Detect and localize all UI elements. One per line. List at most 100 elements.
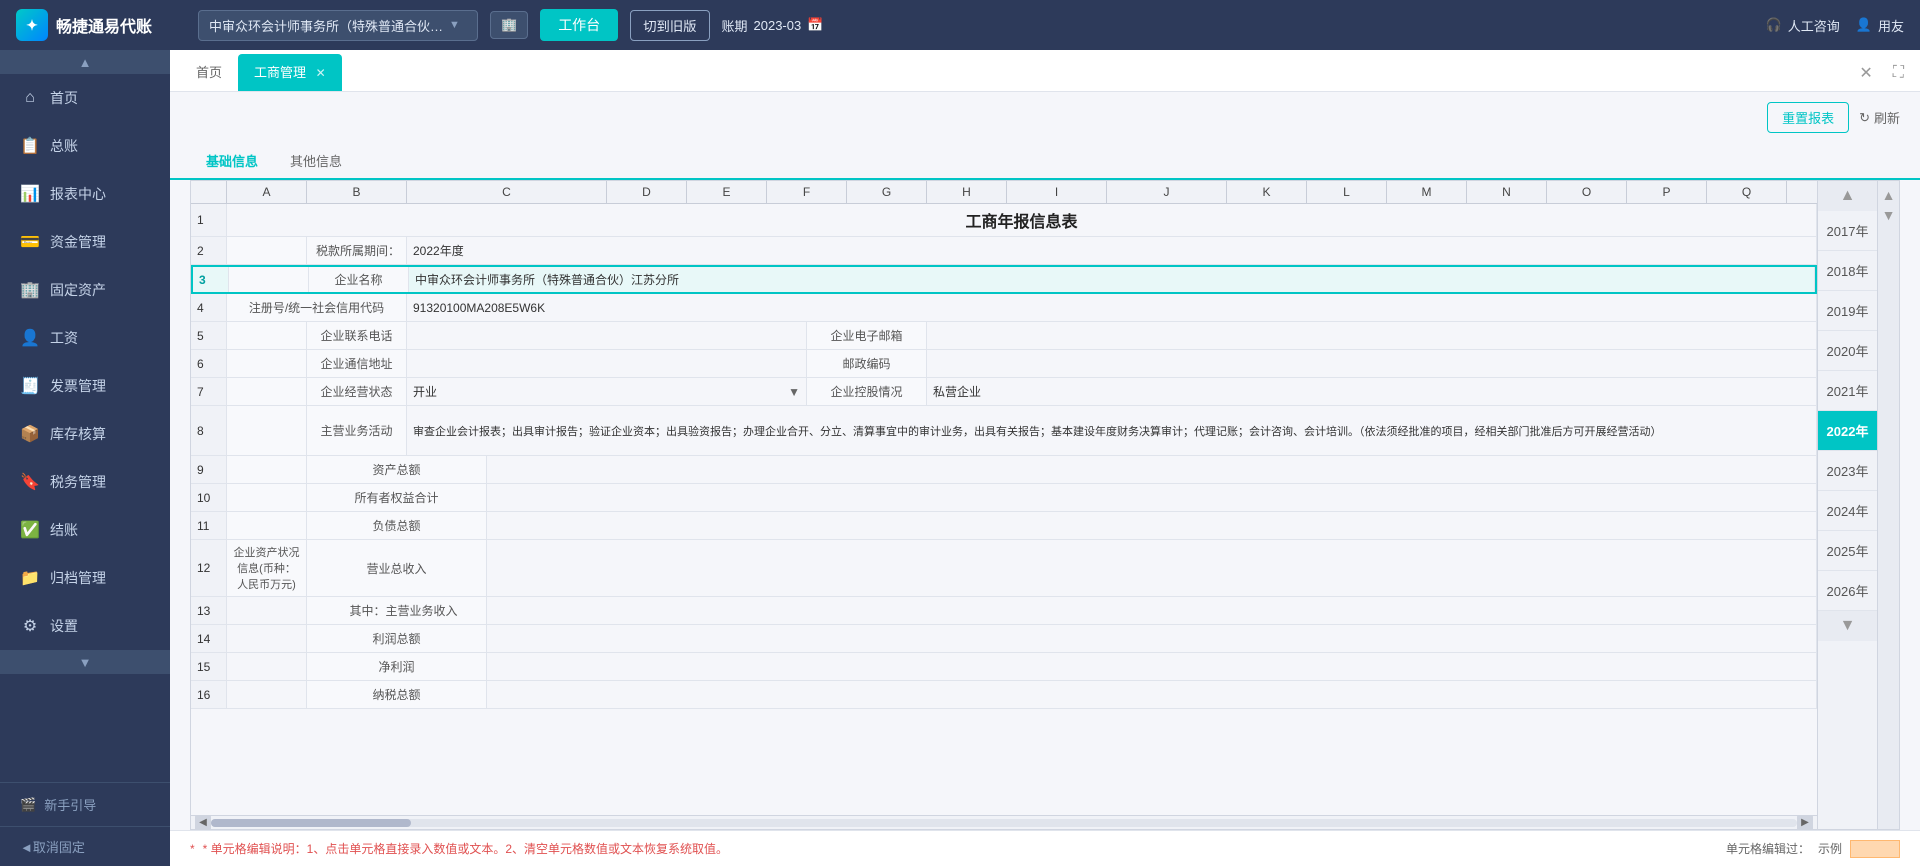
settings-icon: ⚙	[20, 616, 40, 636]
scroll-left-button[interactable]: ◀	[195, 815, 211, 830]
sidebar-item-inventory[interactable]: 📦 库存核算	[0, 410, 170, 458]
tab-close-icon[interactable]: ✕	[316, 66, 326, 80]
holding-value[interactable]: 私营企业	[927, 378, 1817, 405]
calendar-icon[interactable]: 📅	[807, 17, 823, 33]
table-row: 14 利润总额	[191, 625, 1817, 653]
period-label-cell2: 税款所属期间：	[307, 237, 407, 264]
archive-icon: 📁	[20, 568, 40, 588]
biz-status-value[interactable]: 开业 ▼	[407, 378, 807, 405]
refresh-button[interactable]: ↻ 刷新	[1859, 108, 1900, 127]
year-2024[interactable]: 2024年	[1818, 491, 1877, 531]
year-scroll-down[interactable]: ▼	[1818, 611, 1877, 641]
user-avatar[interactable]: 👤 用友	[1856, 16, 1904, 35]
user-label: 用友	[1878, 16, 1904, 35]
sidebar-item-invoice[interactable]: 🧾 发票管理	[0, 362, 170, 410]
table-row: 2 税款所属期间： 2022年度	[191, 237, 1817, 265]
profit-value[interactable]	[487, 625, 1817, 652]
table-body: 1 工商年报信息表 2 税款所属期间： 2022年度	[191, 204, 1817, 815]
year-2017[interactable]: 2017年	[1818, 211, 1877, 251]
col-P: P	[1627, 181, 1707, 203]
column-header-row: A B C D E F G H I J K L M N O	[191, 181, 1817, 204]
sidebar-item-closing[interactable]: ✅ 结账	[0, 506, 170, 554]
logo-area: ✦ 畅捷通易代账	[16, 9, 186, 41]
year-2023[interactable]: 2023年	[1818, 451, 1877, 491]
sidebar-item-assets[interactable]: 🏢 固定资产	[0, 266, 170, 314]
page-toolbar: 重置报表 ↻ 刷新	[170, 92, 1920, 143]
total-rev-label: 营业总收入	[307, 540, 487, 596]
company-selector[interactable]: 中审众环会计师事务所（特殊普通合伙… ▼	[198, 10, 478, 41]
table-row: 15 净利润	[191, 653, 1817, 681]
biz-status-spacer	[227, 378, 307, 405]
company-icon-button[interactable]: 🏢	[490, 11, 528, 39]
sidebar-item-settings[interactable]: ⚙ 设置	[0, 602, 170, 650]
sidebar-label-settings: 设置	[50, 616, 78, 636]
human-service[interactable]: 🎧 人工咨询	[1766, 16, 1840, 35]
table-row: 16 纳税总额	[191, 681, 1817, 709]
h-scroll-thumb[interactable]	[211, 819, 411, 827]
reg-value-cell[interactable]: 91320100MA208E5W6K	[407, 294, 1817, 321]
new-guide-item[interactable]: 🎬 新手引导	[0, 783, 170, 826]
liab-value[interactable]	[487, 512, 1817, 539]
year-2020[interactable]: 2020年	[1818, 331, 1877, 371]
sidebar-item-home[interactable]: ⌂ 首页	[0, 74, 170, 122]
sidebar-scroll-up[interactable]: ▲	[0, 50, 170, 74]
horizontal-scrollbar[interactable]: ◀ ▶	[191, 815, 1817, 829]
company-name-cell[interactable]: 中审众环会计师事务所（特殊普通合伙）江苏分所	[409, 267, 1815, 292]
tab-home[interactable]: 首页	[180, 54, 238, 91]
sidebar-label-home: 首页	[50, 88, 78, 108]
addr-spacer	[227, 350, 307, 377]
workbench-button[interactable]: 工作台	[540, 9, 618, 41]
reset-report-button[interactable]: 重置报表	[1767, 102, 1849, 133]
tab-industry[interactable]: 工商管理 ✕	[238, 54, 342, 91]
main-rev-value[interactable]	[487, 597, 1817, 624]
period-value-cell[interactable]: 2022年度	[407, 237, 1817, 264]
year-2018[interactable]: 2018年	[1818, 251, 1877, 291]
right-collapse-panel[interactable]: ▲ ▼	[1877, 181, 1899, 829]
sidebar-item-reports[interactable]: 📊 报表中心	[0, 170, 170, 218]
year-2026[interactable]: 2026年	[1818, 571, 1877, 611]
sidebar-item-finance[interactable]: 💳 资金管理	[0, 218, 170, 266]
company-label-cell-a	[229, 267, 309, 292]
sidebar-item-tax[interactable]: 🔖 税务管理	[0, 458, 170, 506]
year-2021[interactable]: 2021年	[1818, 371, 1877, 411]
sub-tab-basic[interactable]: 基础信息	[190, 143, 274, 180]
sidebar-item-ledger[interactable]: 📋 总账	[0, 122, 170, 170]
row-num-16: 16	[191, 681, 227, 708]
year-2025[interactable]: 2025年	[1818, 531, 1877, 571]
example-cell	[1850, 840, 1900, 858]
addr-value[interactable]	[407, 350, 807, 377]
main-biz-value[interactable]: 审查企业会计报表；出具审计报告；验证企业资本；出具验资报告；办理企业合开、分立、…	[407, 406, 1817, 455]
total-rev-value[interactable]	[487, 540, 1817, 596]
net-profit-value[interactable]	[487, 653, 1817, 680]
sidebar-item-payroll[interactable]: 👤 工资	[0, 314, 170, 362]
col-C: C	[407, 181, 607, 203]
table-row-selected: 3 企业名称 中审众环会计师事务所（特殊普通合伙）江苏分所	[191, 265, 1817, 294]
year-scroll-up[interactable]: ▲	[1818, 181, 1877, 211]
tax-value[interactable]	[487, 681, 1817, 708]
collapse-up-icon: ▲	[1882, 187, 1896, 203]
old-version-button[interactable]: 切到旧版	[630, 10, 709, 41]
cancel-fixed-item[interactable]: ◄取消固定	[0, 826, 170, 866]
main-rev-spacer	[227, 597, 307, 624]
tab-maximize-button[interactable]: ⛶	[1887, 62, 1910, 84]
sidebar-item-archive[interactable]: 📁 归档管理	[0, 554, 170, 602]
year-2019[interactable]: 2019年	[1818, 291, 1877, 331]
sub-tab-other[interactable]: 其他信息	[274, 143, 358, 180]
year-2022[interactable]: 2022年	[1818, 411, 1877, 451]
sidebar-scroll-down[interactable]: ▼	[0, 650, 170, 674]
sidebar-label-invoice: 发票管理	[50, 376, 106, 396]
assets-value[interactable]	[487, 456, 1817, 483]
tab-close-all-button[interactable]: ✕	[1853, 61, 1878, 85]
row-num-6: 6	[191, 350, 227, 377]
scroll-right-button[interactable]: ▶	[1797, 815, 1813, 830]
phone-value[interactable]	[407, 322, 807, 349]
table-row: 9 资产总额	[191, 456, 1817, 484]
row-num-9: 9	[191, 456, 227, 483]
postal-value[interactable]	[927, 350, 1817, 377]
email-value[interactable]	[927, 322, 1817, 349]
asterisk-icon: *	[190, 842, 195, 856]
equity-value[interactable]	[487, 484, 1817, 511]
h-scroll-track[interactable]	[211, 819, 1797, 827]
col-N: N	[1467, 181, 1547, 203]
phone-label: 企业联系电话	[307, 322, 407, 349]
